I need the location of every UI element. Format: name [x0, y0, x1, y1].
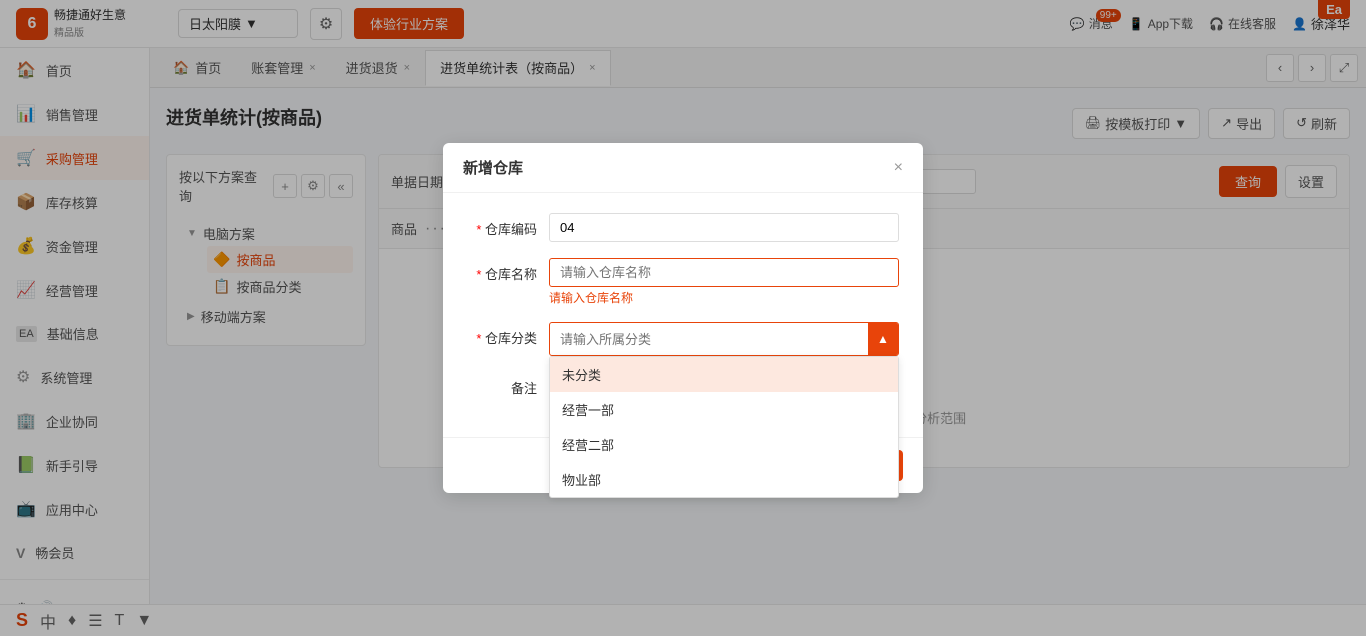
warehouse-code-input[interactable]	[549, 213, 899, 242]
dropdown-item-uncategorized[interactable]: 未分类	[550, 357, 898, 392]
warehouse-name-error: 请输入仓库名称	[549, 289, 899, 306]
category-dropdown-input[interactable]	[550, 326, 868, 353]
dropdown-item-dept1[interactable]: 经营一部	[550, 392, 898, 427]
warehouse-code-label: 仓库编码	[467, 213, 537, 238]
dialog-close-button[interactable]: ×	[894, 159, 903, 177]
dialog-header: 新增仓库 ×	[443, 143, 923, 193]
warehouse-category-label: 仓库分类	[467, 322, 537, 347]
category-dropdown: ▲ 未分类 经营一部 经营二部 物业部	[549, 322, 899, 356]
warehouse-code-field	[549, 213, 899, 242]
dropdown-item-property[interactable]: 物业部	[550, 462, 898, 497]
category-dropdown-toggle[interactable]: ▲	[868, 323, 898, 355]
category-dropdown-row: ▲	[549, 322, 899, 356]
warehouse-category-field: ▲ 未分类 经营一部 经营二部 物业部	[549, 322, 899, 356]
dropdown-item-dept2[interactable]: 经营二部	[550, 427, 898, 462]
warehouse-name-label: 仓库名称	[467, 258, 537, 283]
category-dropdown-list: 未分类 经营一部 经营二部 物业部	[549, 356, 899, 498]
warehouse-name-row: 仓库名称 请输入仓库名称	[467, 258, 899, 306]
new-warehouse-dialog: 新增仓库 × 仓库编码 仓库名称 请输入仓库名称 仓库分类	[443, 143, 923, 493]
dialog-body: 仓库编码 仓库名称 请输入仓库名称 仓库分类	[443, 193, 923, 437]
warehouse-code-row: 仓库编码	[467, 213, 899, 242]
modal-overlay: 新增仓库 × 仓库编码 仓库名称 请输入仓库名称 仓库分类	[0, 0, 1366, 636]
warehouse-name-input[interactable]	[549, 258, 899, 287]
dialog-title: 新增仓库	[463, 157, 523, 178]
warehouse-category-row: 仓库分类 ▲ 未分类 经营一部 经营二部 物业部	[467, 322, 899, 356]
warehouse-name-field: 请输入仓库名称	[549, 258, 899, 306]
remark-label: 备注	[467, 372, 537, 397]
